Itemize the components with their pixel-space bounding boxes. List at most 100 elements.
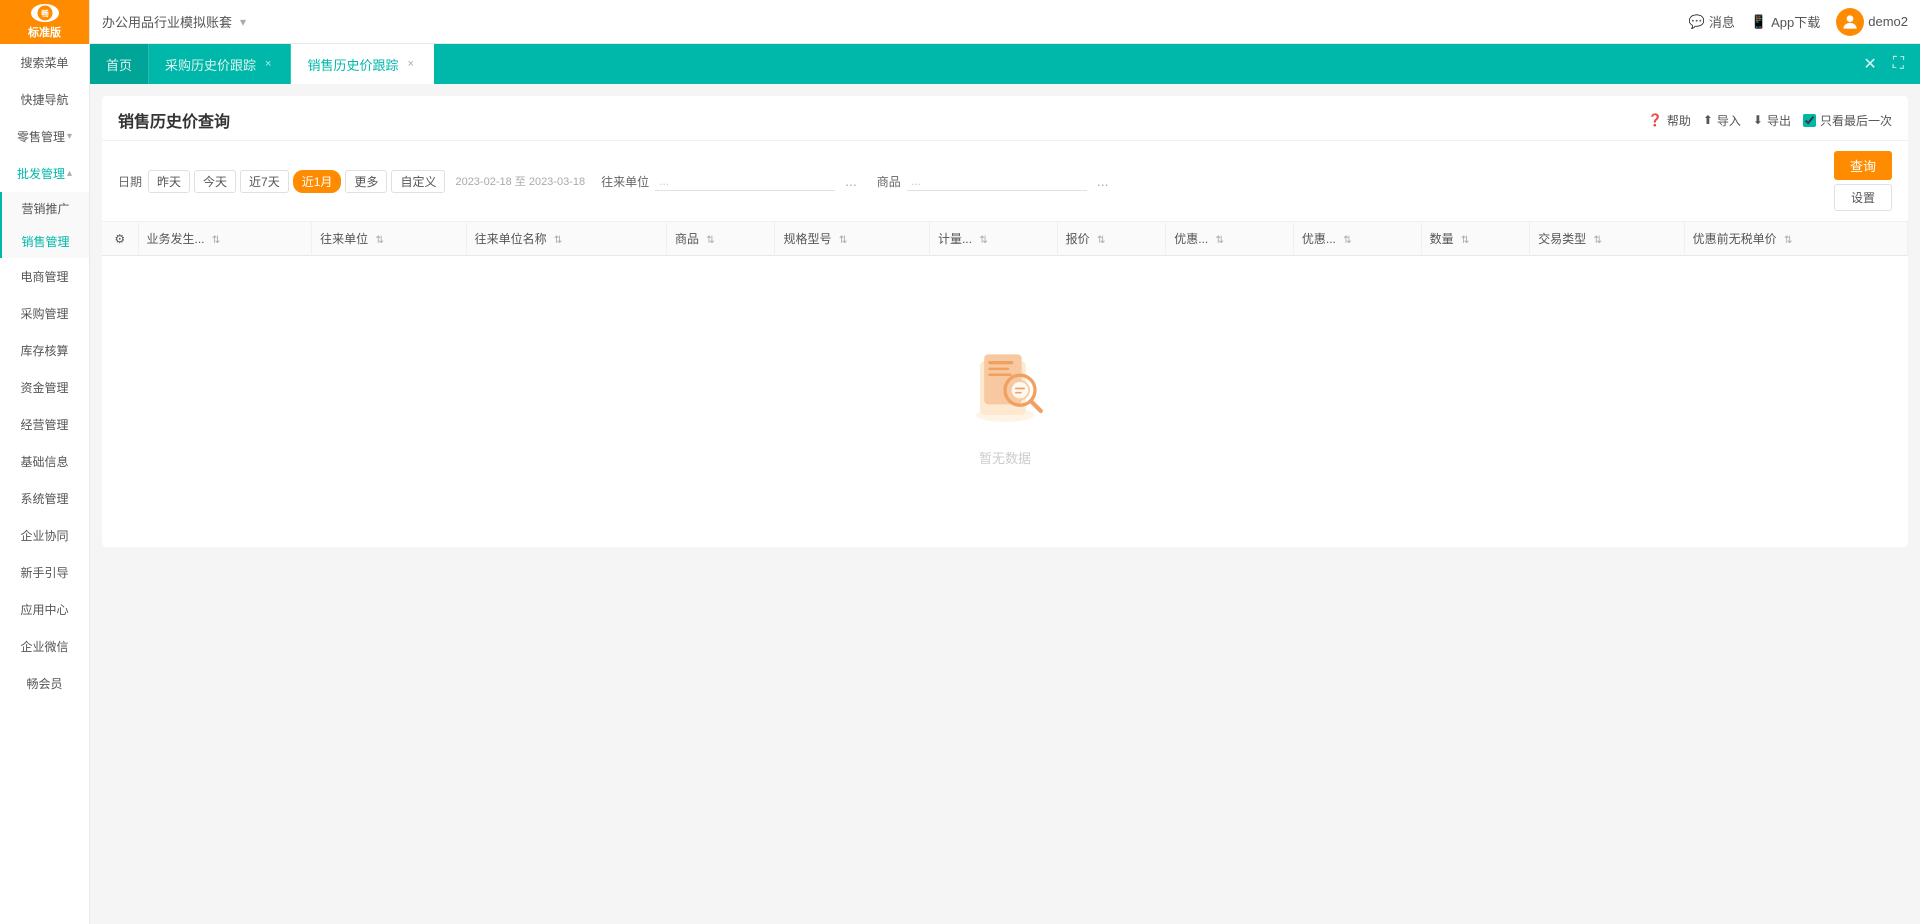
tab-purchase-history-close[interactable]: × <box>262 57 274 71</box>
date-btn-1month[interactable]: 近1月 <box>293 170 342 193</box>
sidebar-item-label: 系统管理 <box>20 490 68 507</box>
sidebar-item-retail-mgmt[interactable]: 零售管理 ▾ <box>0 118 89 155</box>
sidebar-item-label: 快捷导航 <box>20 91 68 108</box>
import-icon: ⬆ <box>1703 113 1713 127</box>
sidebar-item-member[interactable]: 畅会员 <box>0 665 89 702</box>
tab-purchase-history-label: 采购历史价跟踪 <box>165 55 256 74</box>
sidebar-item-marketing[interactable]: 营销推广 <box>2 192 89 225</box>
goods-filter-input[interactable] <box>907 172 1087 191</box>
th-discount2-label: 优惠... <box>1302 232 1336 246</box>
sidebar-item-enterprise[interactable]: 企业协同 <box>0 517 89 554</box>
sidebar-item-app-center[interactable]: 应用中心 <box>0 591 89 628</box>
th-price-label: 报价 <box>1066 232 1090 246</box>
tabbar: 首页 采购历史价跟踪 × 销售历史价跟踪 × ✕ ⛶ <box>90 44 1920 84</box>
th-no-tax-price[interactable]: 优惠前无税单价 ⇅ <box>1684 222 1907 256</box>
th-biz-date[interactable]: 业务发生... ⇅ <box>138 222 312 256</box>
th-partner-name[interactable]: 往来单位名称 ⇅ <box>466 222 666 256</box>
th-partner-code-label: 往来单位 <box>320 232 368 246</box>
th-spec-label: 规格型号 <box>783 232 831 246</box>
date-buttons: 昨天 今天 近7天 近1月 更多 自定义 <box>148 170 445 193</box>
empty-text: 暂无数据 <box>979 448 1031 467</box>
th-goods[interactable]: 商品 ⇅ <box>666 222 775 256</box>
page-title: 销售历史价查询 <box>118 108 230 132</box>
sidebar-item-purchase-mgmt[interactable]: 采购管理 <box>0 295 89 332</box>
tab-sales-history[interactable]: 销售历史价跟踪 × <box>291 44 433 84</box>
goods-filter-dots[interactable]: ... <box>1093 173 1113 189</box>
only-last-checkbox-label[interactable]: 只看最后一次 <box>1803 112 1892 129</box>
th-discount2[interactable]: 优惠... ⇅ <box>1293 222 1421 256</box>
app-download-label: App下载 <box>1771 12 1820 31</box>
sort-icon-discount2: ⇅ <box>1343 235 1351 246</box>
date-btn-7days[interactable]: 近7天 <box>240 170 289 193</box>
sidebar-item-basics[interactable]: 基础信息 <box>0 443 89 480</box>
sidebar-item-sales-mgmt[interactable]: 销售管理 <box>2 225 89 258</box>
topbar-left: 办公用品行业模拟账套 ▾ <box>102 12 246 31</box>
import-button[interactable]: ⬆ 导入 <box>1703 112 1741 129</box>
app-download-button[interactable]: 📱 App下载 <box>1751 12 1820 31</box>
empty-icon <box>955 336 1055 436</box>
sidebar-item-newbie[interactable]: 新手引导 <box>0 554 89 591</box>
help-button[interactable]: ❓ 帮助 <box>1648 112 1691 129</box>
message-button[interactable]: 💬 消息 <box>1689 12 1735 31</box>
sort-icon-goods: ⇅ <box>706 235 714 246</box>
sidebar-item-operations[interactable]: 经营管理 <box>0 406 89 443</box>
sidebar-item-label: 电商管理 <box>20 268 68 285</box>
sidebar-item-system[interactable]: 系统管理 <box>0 480 89 517</box>
sidebar-item-quick-nav[interactable]: 快捷导航 <box>0 81 89 118</box>
date-filter-group: 日期 昨天 今天 近7天 近1月 更多 自定义 2023-02-18 至 202… <box>118 170 585 193</box>
sidebar-item-wholesale-mgmt[interactable]: 批发管理 ▴ <box>0 155 89 192</box>
date-btn-more[interactable]: 更多 <box>345 170 387 193</box>
only-last-label: 只看最后一次 <box>1820 112 1892 129</box>
th-spec[interactable]: 规格型号 ⇅ <box>775 222 929 256</box>
export-button[interactable]: ⬇ 导出 <box>1753 112 1791 129</box>
page-content: 销售历史价查询 ❓ 帮助 ⬆ 导入 ⬇ 导出 <box>90 84 1920 924</box>
th-settings[interactable]: ⚙ <box>102 222 138 256</box>
th-qty[interactable]: 数量 ⇅ <box>1421 222 1530 256</box>
settings-icon: ⚙ <box>114 232 125 246</box>
sidebar-item-label: 资金管理 <box>20 379 68 396</box>
table-header-row: ⚙ 业务发生... ⇅ 往来单位 ⇅ 往来单位名称 <box>102 222 1908 256</box>
sort-icon-biz-date: ⇅ <box>212 235 220 246</box>
partner-filter-label: 往来单位 <box>601 173 649 190</box>
goods-filter-group: 商品 ... <box>877 172 1113 191</box>
date-btn-today[interactable]: 今天 <box>194 170 236 193</box>
topbar-right: 💬 消息 📱 App下载 demo2 <box>1689 8 1908 36</box>
sidebar-item-label: 基础信息 <box>20 453 68 470</box>
sort-icon-spec: ⇅ <box>839 235 847 246</box>
table-wrapper: ⚙ 业务发生... ⇅ 往来单位 ⇅ 往来单位名称 <box>102 222 1908 547</box>
sort-icon-qty: ⇅ <box>1461 235 1469 246</box>
sidebar-item-corp-wechat[interactable]: 企业微信 <box>0 628 89 665</box>
settings-button[interactable]: 设置 <box>1834 184 1892 211</box>
sort-icon-no-tax-price: ⇅ <box>1784 235 1792 246</box>
tab-home[interactable]: 首页 <box>90 44 149 84</box>
sidebar-item-ecom-mgmt[interactable]: 电商管理 <box>0 258 89 295</box>
date-btn-yesterday[interactable]: 昨天 <box>148 170 190 193</box>
th-unit[interactable]: 计量... ⇅ <box>929 222 1057 256</box>
tab-maximize-icon[interactable]: ⛶ <box>1889 53 1908 75</box>
th-discount1[interactable]: 优惠... ⇅ <box>1166 222 1294 256</box>
tab-sales-history-close[interactable]: × <box>404 57 416 71</box>
date-btn-custom[interactable]: 自定义 <box>391 170 445 193</box>
sidebar-item-inventory[interactable]: 库存核算 <box>0 332 89 369</box>
th-price[interactable]: 报价 ⇅ <box>1057 222 1166 256</box>
user-profile[interactable]: demo2 <box>1836 8 1908 36</box>
empty-state: 暂无数据 <box>102 256 1908 547</box>
partner-filter-dots[interactable]: ... <box>841 173 861 189</box>
sidebar-item-finance[interactable]: 资金管理 <box>0 369 89 406</box>
sidebar-item-search-menu[interactable]: 搜索菜单 <box>0 44 89 81</box>
query-button[interactable]: 查询 <box>1834 151 1892 180</box>
th-trade-type[interactable]: 交易类型 ⇅ <box>1530 222 1684 256</box>
tab-close-icon[interactable]: ✕ <box>1859 52 1880 76</box>
import-label: 导入 <box>1717 112 1741 129</box>
topbar-dropdown-icon[interactable]: ▾ <box>240 15 246 29</box>
th-partner-code[interactable]: 往来单位 ⇅ <box>312 222 466 256</box>
tab-purchase-history[interactable]: 采购历史价跟踪 × <box>149 44 291 84</box>
sort-icon-trade-type: ⇅ <box>1593 235 1601 246</box>
page-panel: 销售历史价查询 ❓ 帮助 ⬆ 导入 ⬇ 导出 <box>102 96 1908 547</box>
message-icon: 💬 <box>1689 14 1705 30</box>
main-content: 办公用品行业模拟账套 ▾ 💬 消息 📱 App下载 demo2 <box>90 0 1920 924</box>
partner-filter-input[interactable] <box>655 172 835 191</box>
only-last-checkbox[interactable] <box>1803 114 1816 127</box>
sort-icon-partner-code: ⇅ <box>375 235 383 246</box>
chevron-up-icon: ▴ <box>67 168 72 179</box>
